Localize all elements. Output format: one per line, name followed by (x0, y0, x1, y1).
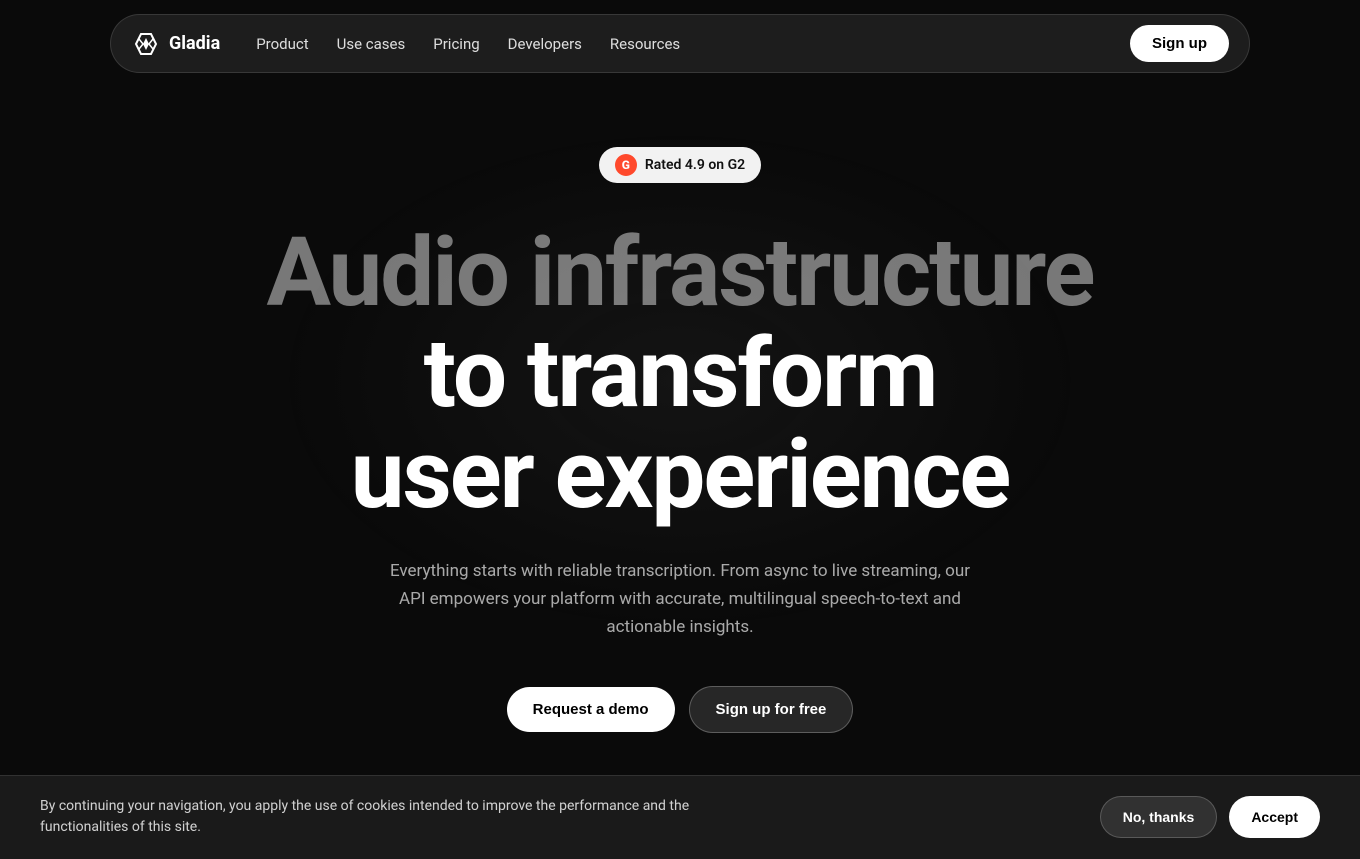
nav-link-resources[interactable]: Resources (610, 35, 680, 53)
rating-text: Rated 4.9 on G2 (645, 157, 745, 173)
request-demo-button[interactable]: Request a demo (507, 687, 675, 732)
nav-link-product[interactable]: Product (256, 35, 308, 53)
nav-signup-button[interactable]: Sign up (1130, 25, 1229, 62)
hero-subtitle: Everything starts with reliable transcri… (380, 557, 980, 641)
brand-name: Gladia (169, 33, 220, 54)
logo[interactable]: Gladia (131, 29, 220, 59)
nav-item-usecases[interactable]: Use cases (337, 34, 406, 53)
nav-link-pricing[interactable]: Pricing (433, 35, 479, 53)
cookie-banner: By continuing your navigation, you apply… (0, 775, 1360, 859)
hero-title-line3: user experience (267, 425, 1094, 526)
cookie-accept-button[interactable]: Accept (1229, 796, 1320, 838)
main-nav: Gladia Product Use cases Pricing Develop… (110, 14, 1250, 73)
nav-item-developers[interactable]: Developers (508, 34, 582, 53)
cta-buttons: Request a demo Sign up for free (507, 686, 854, 733)
nav-item-product[interactable]: Product (256, 34, 308, 53)
nav-item-resources[interactable]: Resources (610, 34, 680, 53)
gladia-logo-icon (131, 29, 161, 59)
g2-icon: G (615, 154, 637, 176)
hero-title: Audio infrastructure to transform user e… (267, 223, 1094, 525)
rating-badge: G Rated 4.9 on G2 (599, 147, 761, 183)
cookie-text: By continuing your navigation, you apply… (40, 796, 720, 839)
cookie-actions: No, thanks Accept (1100, 796, 1320, 838)
nav-link-usecases[interactable]: Use cases (337, 35, 406, 53)
signup-free-button[interactable]: Sign up for free (689, 686, 854, 733)
cookie-decline-button[interactable]: No, thanks (1100, 796, 1218, 838)
hero-title-line2: to transform (267, 324, 1094, 425)
nav-item-pricing[interactable]: Pricing (433, 34, 479, 53)
nav-left: Gladia Product Use cases Pricing Develop… (131, 29, 680, 59)
nav-wrapper: Gladia Product Use cases Pricing Develop… (0, 0, 1360, 87)
nav-links: Product Use cases Pricing Developers Res… (256, 34, 680, 53)
nav-link-developers[interactable]: Developers (508, 35, 582, 53)
hero-title-line1: Audio infrastructure (267, 223, 1094, 324)
hero-section: G Rated 4.9 on G2 Audio infrastructure t… (0, 87, 1360, 773)
